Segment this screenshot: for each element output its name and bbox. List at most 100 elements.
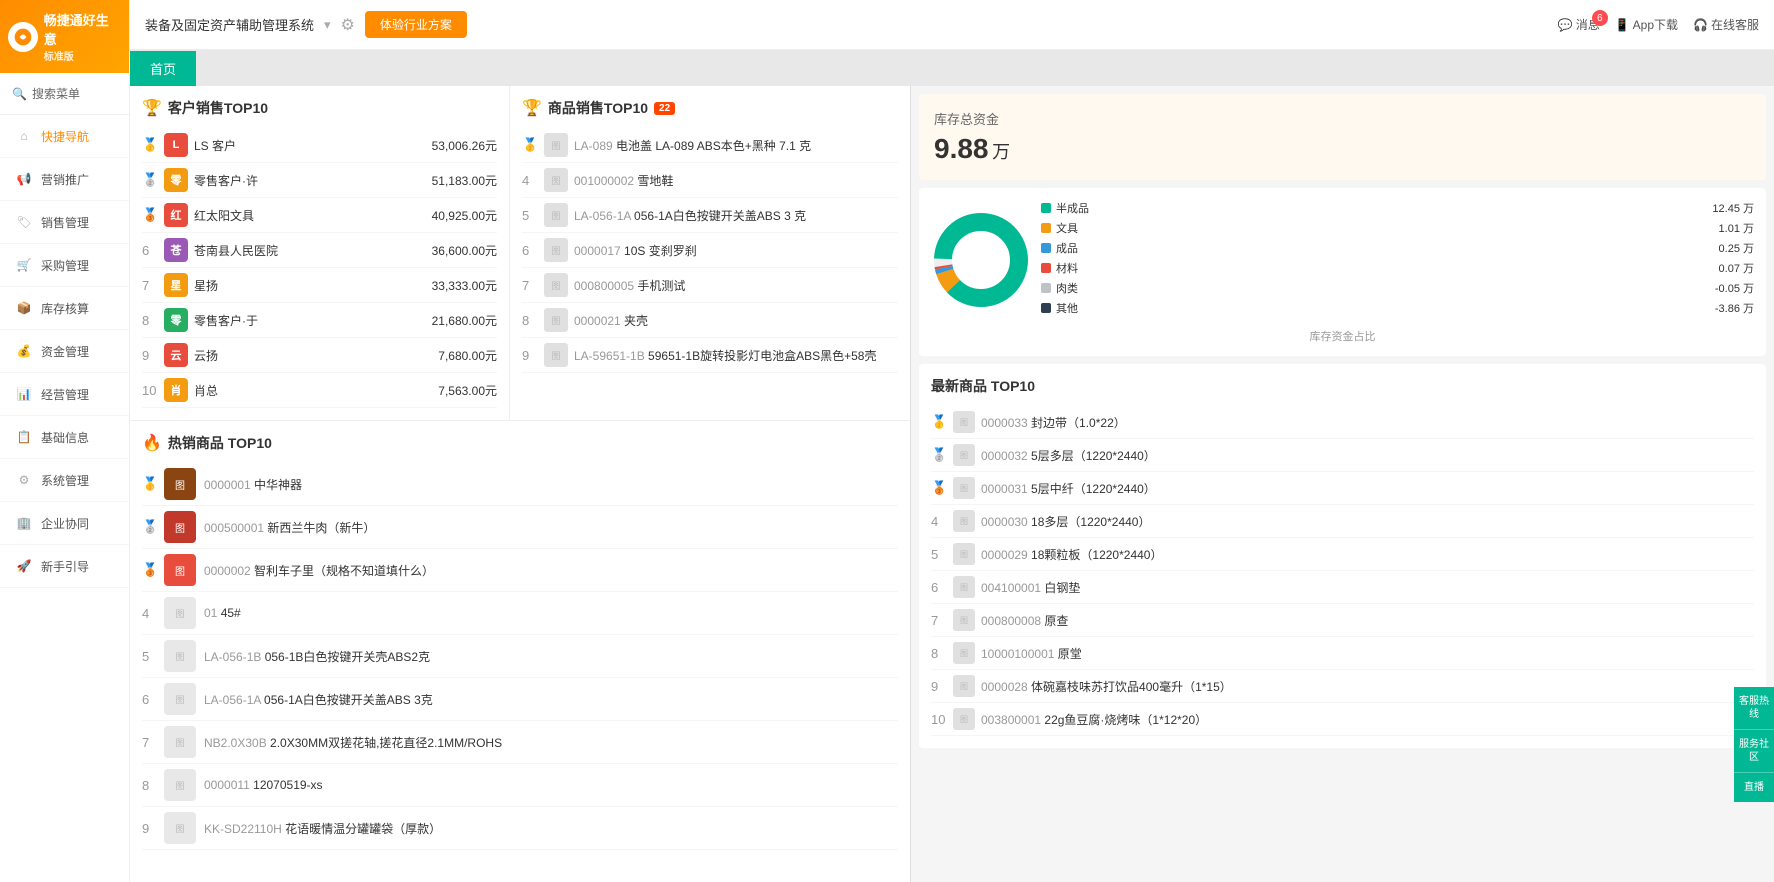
legend-value: -3.86 万 bbox=[1715, 300, 1754, 316]
search-menu-btn[interactable]: 🔍 搜索菜单 bbox=[8, 81, 121, 106]
settings-icon[interactable]: ⚙ bbox=[341, 15, 355, 35]
new-rank: 10 bbox=[931, 712, 953, 727]
hot-rank: 6 bbox=[142, 692, 164, 707]
legend-color-dot bbox=[1041, 303, 1051, 313]
sidebar-item-operation[interactable]: 📊 经营管理 bbox=[0, 373, 129, 416]
legend-color-dot bbox=[1041, 243, 1051, 253]
hot-product-item: 🥇 图 0000001 中华神器 bbox=[142, 463, 898, 506]
sidebar-label-operation: 经营管理 bbox=[41, 386, 89, 403]
sidebar-item-guide[interactable]: 🚀 新手引导 bbox=[0, 545, 129, 588]
new-prod-info: 0000033 封边带（1.0*22） bbox=[981, 414, 1754, 431]
customer-avatar: 红 bbox=[164, 203, 188, 227]
hot-rank: 🥇 bbox=[142, 476, 164, 492]
float-live-btn[interactable]: 直播 bbox=[1734, 773, 1774, 802]
enterprise-icon: 🏢 bbox=[15, 514, 33, 532]
hot-prod-placeholder: 图 bbox=[164, 683, 196, 715]
product-sales-item: 6 图 0000017 10S 变刹罗刹 bbox=[522, 233, 898, 268]
customer-rank-item: 6 苍 苍南县人民医院 36,600.00元 bbox=[142, 233, 497, 268]
float-customer-service-btn[interactable]: 客服热线 bbox=[1734, 687, 1774, 730]
sidebar-item-enterprise[interactable]: 🏢 企业协同 bbox=[0, 502, 129, 545]
product-count-badge: 22 bbox=[654, 102, 675, 115]
hot-rank: 4 bbox=[142, 606, 164, 621]
sidebar-item-quicknav[interactable]: ⌂ 快捷导航 bbox=[0, 115, 129, 158]
app-download-btn[interactable]: 📱 App下载 bbox=[1615, 16, 1678, 33]
legend-color-dot bbox=[1041, 203, 1051, 213]
customer-top10-title: 🏆 客户销售TOP10 bbox=[142, 98, 497, 118]
legend-value: 0.07 万 bbox=[1719, 260, 1754, 276]
sidebar-label-system: 系统管理 bbox=[41, 472, 89, 489]
prod-img-placeholder: 图 bbox=[544, 238, 568, 262]
inventory-chart-section: 半成品 12.45 万 文具 1.01 万 成品 0.25 万 材料 0.07 … bbox=[919, 188, 1766, 356]
trial-button[interactable]: 体验行业方案 bbox=[365, 11, 467, 38]
new-rank: 🥉 bbox=[931, 480, 953, 496]
new-products-label: 最新商品 TOP10 bbox=[931, 376, 1035, 396]
new-rank: 6 bbox=[931, 580, 953, 595]
home-tab[interactable]: 首页 bbox=[130, 51, 196, 86]
new-prod-img: 图 bbox=[953, 609, 975, 631]
rank-medal: 10 bbox=[142, 383, 164, 398]
page-tabs: 首页 bbox=[130, 50, 1774, 86]
sidebar-item-basic[interactable]: 📋 基础信息 bbox=[0, 416, 129, 459]
online-service-btn[interactable]: 🎧 在线客服 bbox=[1693, 16, 1759, 33]
hot-products-list: 🥇 图 0000001 中华神器 🥈 图 000500001 新西兰牛肉（新牛）… bbox=[142, 463, 898, 850]
customer-avatar: 星 bbox=[164, 273, 188, 297]
rank-medal: 7 bbox=[142, 278, 164, 293]
new-prod-info: 000800008 原查 bbox=[981, 612, 1754, 629]
customer-amount: 7,563.00元 bbox=[438, 382, 497, 399]
legend-item: 材料 0.07 万 bbox=[1041, 260, 1754, 276]
product-sales-item: 🥇 图 LA-089 电池盖 LA-089 ABS本色+黑种 7.1 克 bbox=[522, 128, 898, 163]
new-prod-img: 图 bbox=[953, 477, 975, 499]
customer-name: LS 客户 bbox=[194, 137, 432, 154]
hot-product-item: 9 图 KK-SD22110H 花语暖情温分罐罐袋（厚款） bbox=[142, 807, 898, 850]
message-count: 6 bbox=[1592, 10, 1608, 26]
hot-product-item: 6 图 LA-056-1A 056-1A白色按键开关盖ABS 3克 bbox=[142, 678, 898, 721]
new-prod-info: 0000028 体碗嘉枝味苏打饮品400毫升（1*15） bbox=[981, 678, 1754, 695]
prod-info: 001000002 雪地鞋 bbox=[574, 172, 898, 189]
new-product-item: 6 图 004100001 白钢垫 bbox=[931, 571, 1754, 604]
new-product-item: 5 图 0000029 18颗粒板（1220*2440） bbox=[931, 538, 1754, 571]
customer-amount: 51,183.00元 bbox=[432, 172, 497, 189]
sales-icon: 🏷 bbox=[15, 213, 33, 231]
hot-prod-info: LA-056-1A 056-1A白色按键开关盖ABS 3克 bbox=[204, 691, 898, 708]
inventory-icon: 📦 bbox=[15, 299, 33, 317]
topbar-right: 💬 消息 6 📱 App下载 🎧 在线客服 bbox=[1558, 16, 1759, 33]
sidebar-item-system[interactable]: ⚙ 系统管理 bbox=[0, 459, 129, 502]
sidebar-item-sales[interactable]: 🏷 销售管理 bbox=[0, 201, 129, 244]
app-name: 畅捷通好生意 bbox=[44, 10, 121, 48]
sidebar-item-finance[interactable]: 💰 资金管理 bbox=[0, 330, 129, 373]
new-rank: 4 bbox=[931, 514, 953, 529]
sidebar-item-marketing[interactable]: 📢 营销推广 bbox=[0, 158, 129, 201]
legend-item: 成品 0.25 万 bbox=[1041, 240, 1754, 256]
search-menu-area[interactable]: 🔍 搜索菜单 bbox=[0, 73, 129, 115]
search-icon: 🔍 bbox=[12, 87, 27, 101]
new-prod-info: 004100001 白钢垫 bbox=[981, 579, 1754, 596]
legend-name: 成品 bbox=[1056, 240, 1719, 256]
message-badge[interactable]: 💬 消息 6 bbox=[1558, 16, 1600, 33]
new-rank: 9 bbox=[931, 679, 953, 694]
basic-icon: 📋 bbox=[15, 428, 33, 446]
rank-medal: 🥈 bbox=[142, 172, 164, 188]
system-dropdown-icon[interactable]: ▾ bbox=[324, 17, 331, 33]
hot-prod-info: 000500001 新西兰牛肉（新牛） bbox=[204, 519, 898, 536]
new-product-item: 🥉 图 0000031 5层中纤（1220*2440） bbox=[931, 472, 1754, 505]
new-product-item: 7 图 000800008 原查 bbox=[931, 604, 1754, 637]
customer-name: 肖总 bbox=[194, 382, 438, 399]
rank-medal: 8 bbox=[142, 313, 164, 328]
search-menu-label: 搜索菜单 bbox=[32, 85, 80, 102]
new-products-title: 最新商品 TOP10 bbox=[931, 376, 1754, 396]
prod-info: 0000017 10S 变刹罗刹 bbox=[574, 242, 898, 259]
customer-avatar: 零 bbox=[164, 308, 188, 332]
float-community-btn[interactable]: 服务社区 bbox=[1734, 730, 1774, 773]
right-panel: 库存总资金 9.88 万 bbox=[910, 86, 1774, 882]
new-products-list: 🥇 图 0000033 封边带（1.0*22） 🥈 图 0000032 5层多层… bbox=[931, 406, 1754, 736]
sidebar-item-purchase[interactable]: 🛒 采购管理 bbox=[0, 244, 129, 287]
new-rank: 8 bbox=[931, 646, 953, 661]
sidebar-item-inventory[interactable]: 📦 库存核算 bbox=[0, 287, 129, 330]
home-icon: ⌂ bbox=[15, 127, 33, 145]
prod-info: 000800005 手机测试 bbox=[574, 277, 898, 294]
hot-rank: 7 bbox=[142, 735, 164, 750]
legend-name: 材料 bbox=[1056, 260, 1719, 276]
rank-medal: 🥉 bbox=[142, 207, 164, 223]
prod-info: 0000021 夹壳 bbox=[574, 312, 898, 329]
customer-rank-item: 7 星 星扬 33,333.00元 bbox=[142, 268, 497, 303]
